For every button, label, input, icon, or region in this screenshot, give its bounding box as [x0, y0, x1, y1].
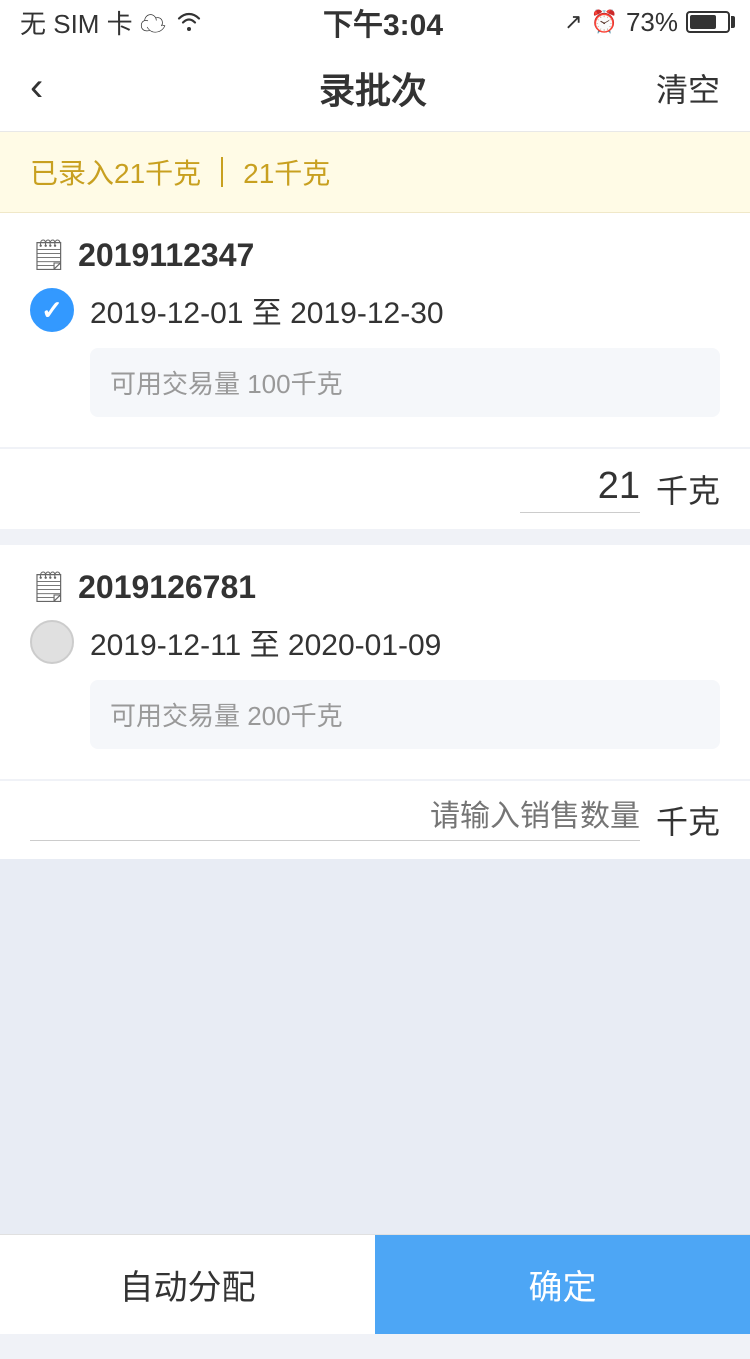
recorded-value: 21千克 — [243, 152, 330, 192]
banner-divider — [221, 157, 223, 187]
wifi-icon — [176, 7, 202, 38]
alarm-icon: ⏰ — [591, 9, 618, 35]
info-banner: 已录入21千克 21千克 — [0, 132, 750, 213]
batch2-input-underline[interactable] — [30, 800, 640, 841]
batch2-radio[interactable]: ✓ — [30, 620, 74, 664]
batch1-radio[interactable]: ✓ — [30, 288, 74, 332]
auto-distribute-button[interactable]: 自动分配 — [0, 1235, 375, 1334]
batch2-date: 2019-12-11 至 2020-01-09 — [90, 620, 441, 664]
batch2-icon: 🗒 — [30, 570, 68, 605]
separator-1 — [0, 529, 750, 545]
batch2-header: 🗒 2019126781 — [30, 569, 720, 606]
batch1-quantity-row: 21 千克 — [0, 449, 750, 529]
page-title: 录批次 — [319, 62, 427, 114]
sim-label: 无 SIM 卡 ☁ — [20, 4, 166, 41]
batch1-available: 可用交易量 100千克 — [90, 348, 720, 417]
batch1-icon: 🗒 — [30, 238, 68, 273]
back-button[interactable]: ‹ — [30, 65, 90, 110]
recorded-label: 已录入21千克 — [30, 152, 201, 192]
location-icon: ↗ — [564, 9, 582, 35]
batch1-header: 🗒 2019112347 — [30, 237, 720, 274]
status-right: ↗ ⏰ 73% — [564, 7, 730, 38]
bottom-bar: 自动分配 确定 — [0, 1234, 750, 1334]
batch1-row[interactable]: ✓ 2019-12-01 至 2019-12-30 — [30, 288, 720, 332]
checkmark-icon: ✓ — [41, 295, 63, 326]
batch2-row[interactable]: ✓ 2019-12-11 至 2020-01-09 — [30, 620, 720, 664]
batch2-input-row[interactable]: 千克 — [0, 781, 750, 859]
content-area: 🗒 2019112347 ✓ 2019-12-01 至 2019-12-30 可… — [0, 213, 750, 1359]
batch2-qty-input[interactable] — [30, 800, 640, 834]
status-left: 无 SIM 卡 ☁ — [20, 4, 202, 41]
battery-icon — [686, 11, 730, 33]
batch1-date: 2019-12-01 至 2019-12-30 — [90, 288, 444, 332]
batch1-qty-value: 21 — [598, 465, 640, 507]
confirm-button[interactable]: 确定 — [375, 1235, 750, 1334]
batch2-available: 可用交易量 200千克 — [90, 680, 720, 749]
batch-item-1: 🗒 2019112347 ✓ 2019-12-01 至 2019-12-30 可… — [0, 213, 750, 447]
status-bar: 无 SIM 卡 ☁ 下午3:04 ↗ ⏰ 73% — [0, 0, 750, 44]
batch1-id: 2019112347 — [78, 237, 254, 274]
batch1-qty-unit: 千克 — [656, 466, 720, 512]
clear-button[interactable]: 清空 — [656, 65, 720, 111]
empty-area — [0, 859, 750, 1259]
nav-bar: ‹ 录批次 清空 — [0, 44, 750, 132]
batch2-id: 2019126781 — [78, 569, 256, 606]
batch1-qty-underline: 21 — [520, 465, 640, 513]
batch-item-2: 🗒 2019126781 ✓ 2019-12-11 至 2020-01-09 可… — [0, 545, 750, 779]
battery-percent: 73% — [626, 7, 678, 38]
batch2-qty-unit: 千克 — [656, 797, 720, 843]
status-time: 下午3:04 — [323, 0, 443, 44]
